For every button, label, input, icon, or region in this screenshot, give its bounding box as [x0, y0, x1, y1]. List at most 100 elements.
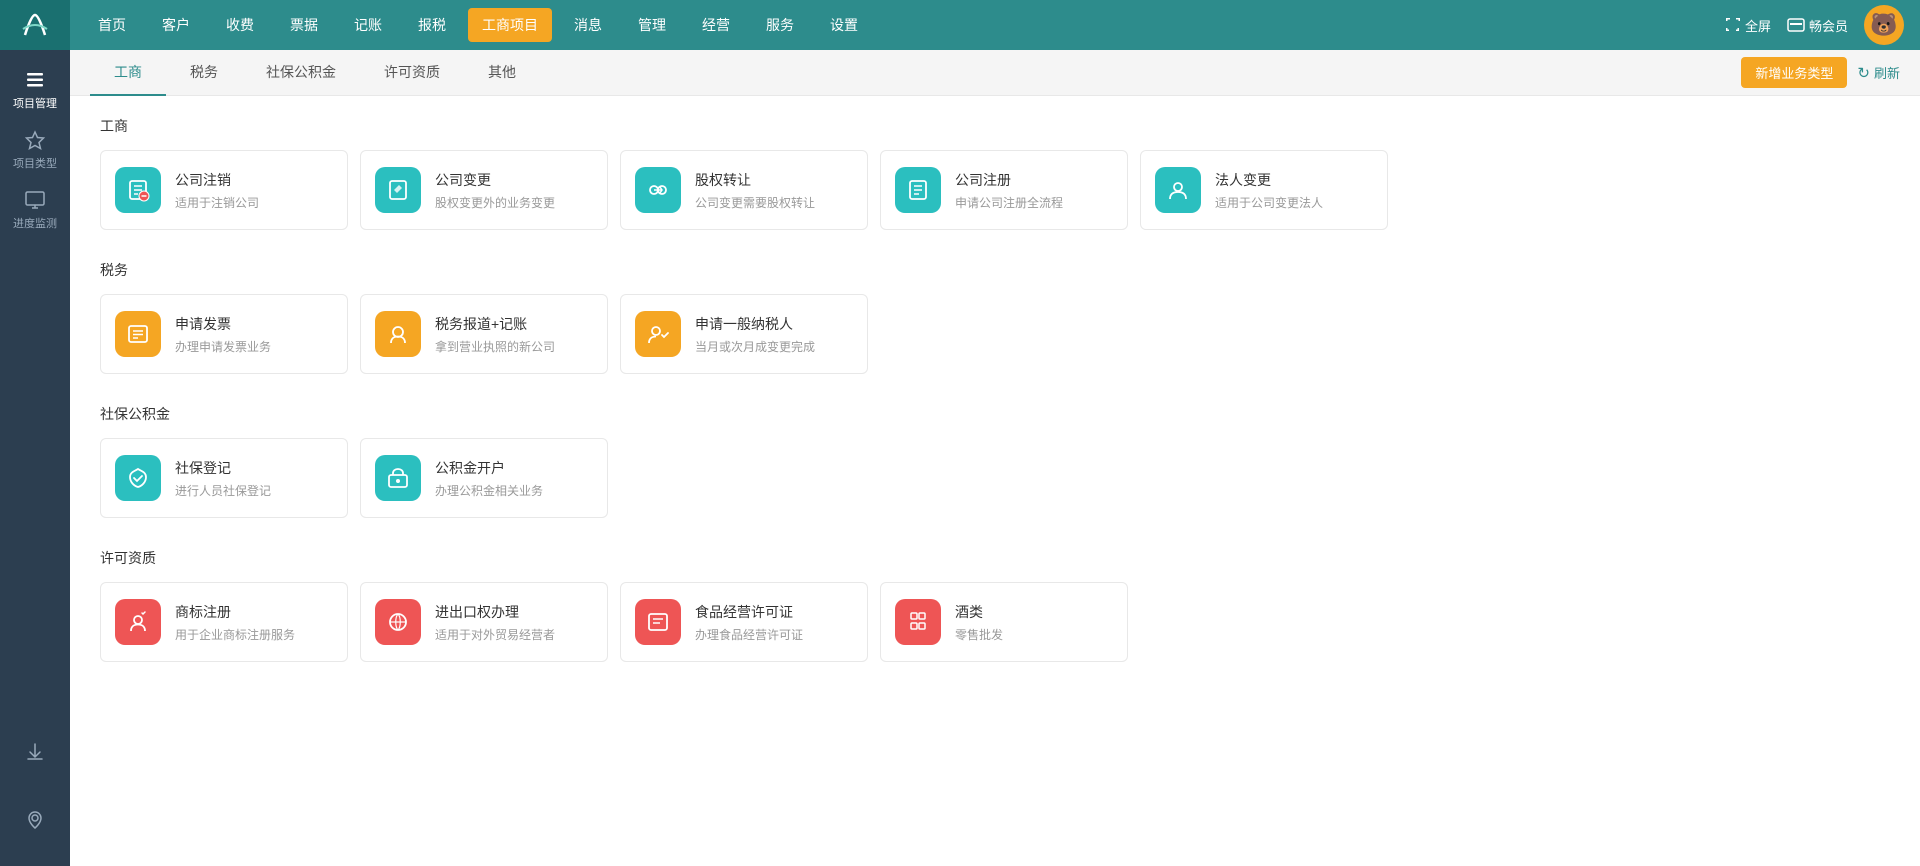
card-food-license[interactable]: 食品经营许可证 办理食品经营许可证 [620, 582, 868, 662]
nav-items: 首页 客户 收费 票据 记账 报税 工商项目 消息 管理 经营 服务 设置 [70, 0, 1725, 50]
sidebar: 项目管理 项目类型 进度监测 [0, 50, 70, 866]
card-info-food: 食品经营许可证 办理食品经营许可证 [695, 602, 803, 643]
refresh-label: 刷新 [1874, 63, 1900, 82]
user-avatar[interactable]: 🐻 [1864, 5, 1904, 45]
provident-fund-icon [375, 455, 421, 501]
nav-service[interactable]: 服务 [748, 0, 812, 50]
social-security-icon [115, 455, 161, 501]
fullscreen-label: 全屏 [1745, 16, 1771, 35]
cancel-company-icon [115, 167, 161, 213]
section-title-license: 许可资质 [100, 548, 1890, 568]
tab-industrial[interactable]: 工商 [90, 50, 166, 96]
list-icon [24, 69, 46, 91]
nav-message[interactable]: 消息 [556, 0, 620, 50]
nav-home[interactable]: 首页 [80, 0, 144, 50]
refresh-button[interactable]: ↻ 刷新 [1857, 63, 1900, 82]
sidebar-bottom [0, 722, 70, 866]
nav-tax[interactable]: 报税 [400, 0, 464, 50]
card-desc-invoice: 办理申请发票业务 [175, 338, 271, 355]
tab-social-security[interactable]: 社保公积金 [242, 50, 360, 96]
card-desc-import: 适用于对外贸易经营者 [435, 626, 555, 643]
card-title-provident: 公积金开户 [435, 458, 543, 478]
card-desc-social: 进行人员社保登记 [175, 482, 271, 499]
sidebar-progress-label: 进度监测 [13, 215, 57, 231]
card-alcohol[interactable]: 酒类 零售批发 [880, 582, 1128, 662]
card-title-legal: 法人变更 [1215, 170, 1323, 190]
star-icon [24, 129, 46, 151]
nav-management[interactable]: 管理 [620, 0, 684, 50]
logo [0, 0, 70, 50]
card-tax-report[interactable]: 税务报道+记账 拿到营业执照的新公司 [360, 294, 608, 374]
card-trademark[interactable]: 商标注册 用于企业商标注册服务 [100, 582, 348, 662]
card-title-food: 食品经营许可证 [695, 602, 803, 622]
card-title-invoice: 申请发票 [175, 314, 271, 334]
card-info-import: 进出口权办理 适用于对外贸易经营者 [435, 602, 555, 643]
sidebar-item-project-type[interactable]: 项目类型 [0, 120, 70, 180]
import-export-icon [375, 599, 421, 645]
card-company-change[interactable]: 公司变更 股权变更外的业务变更 [360, 150, 608, 230]
sidebar-location[interactable] [0, 790, 70, 850]
cards-grid-industrial: 公司注销 适用于注销公司 公司变更 股权变更外的业务变更 [100, 150, 1890, 230]
tab-license[interactable]: 许可资质 [360, 50, 464, 96]
card-info-equity: 股权转让 公司变更需要股权转让 [695, 170, 815, 211]
add-type-button[interactable]: 新增业务类型 [1741, 57, 1847, 88]
content-area: 工商 税务 社保公积金 许可资质 其他 新增业务类型 ↻ 刷新 工商 [70, 50, 1920, 866]
card-equity-transfer[interactable]: 股权转让 公司变更需要股权转让 [620, 150, 868, 230]
card-legal-change[interactable]: 法人变更 适用于公司变更法人 [1140, 150, 1388, 230]
nav-fees[interactable]: 收费 [208, 0, 272, 50]
tab-tax[interactable]: 税务 [166, 50, 242, 96]
card-provident-fund[interactable]: 公积金开户 办理公积金相关业务 [360, 438, 608, 518]
refresh-icon: ↻ [1857, 64, 1870, 82]
trademark-icon [115, 599, 161, 645]
food-license-icon [635, 599, 681, 645]
legal-change-icon [1155, 167, 1201, 213]
content-scroll: 工商 公司注销 适用 [70, 96, 1920, 866]
main-wrapper: 项目管理 项目类型 进度监测 [0, 50, 1920, 866]
card-title-alcohol: 酒类 [955, 602, 1003, 622]
top-nav: 首页 客户 收费 票据 记账 报税 工商项目 消息 管理 经营 服务 设置 全屏… [0, 0, 1920, 50]
card-info-register: 公司注册 申请公司注册全流程 [955, 170, 1063, 211]
card-info-provident: 公积金开户 办理公积金相关业务 [435, 458, 543, 499]
cards-grid-license: 商标注册 用于企业商标注册服务 进出口权办理 [100, 582, 1890, 662]
card-import-export[interactable]: 进出口权办理 适用于对外贸易经营者 [360, 582, 608, 662]
card-title-change: 公司变更 [435, 170, 555, 190]
card-info-tax-report: 税务报道+记账 拿到营业执照的新公司 [435, 314, 555, 355]
sidebar-download[interactable] [0, 722, 70, 782]
card-desc-taxpayer: 当月或次月成变更完成 [695, 338, 815, 355]
fullscreen-button[interactable]: 全屏 [1725, 16, 1771, 35]
member-label: 畅会员 [1809, 16, 1848, 35]
alcohol-icon [895, 599, 941, 645]
tab-other[interactable]: 其他 [464, 50, 540, 96]
card-desc-cancel: 适用于注销公司 [175, 194, 259, 211]
nav-settings[interactable]: 设置 [812, 0, 876, 50]
tax-report-icon [375, 311, 421, 357]
card-title-taxpayer: 申请一般纳税人 [695, 314, 815, 334]
nav-client[interactable]: 客户 [144, 0, 208, 50]
card-info-alcohol: 酒类 零售批发 [955, 602, 1003, 643]
card-title-trademark: 商标注册 [175, 602, 295, 622]
card-desc-provident: 办理公积金相关业务 [435, 482, 543, 499]
card-desc-tax-report: 拿到营业执照的新公司 [435, 338, 555, 355]
member-button[interactable]: 畅会员 [1787, 16, 1848, 35]
card-invoice[interactable]: 申请发票 办理申请发票业务 [100, 294, 348, 374]
nav-industrial[interactable]: 工商项目 [468, 8, 552, 42]
card-info-trademark: 商标注册 用于企业商标注册服务 [175, 602, 295, 643]
cards-grid-tax: 申请发票 办理申请发票业务 税务报道+记账 拿到营业执照的新公司 [100, 294, 1890, 374]
nav-operation[interactable]: 经营 [684, 0, 748, 50]
card-company-register[interactable]: 公司注册 申请公司注册全流程 [880, 150, 1128, 230]
card-title-social: 社保登记 [175, 458, 271, 478]
card-desc-trademark: 用于企业商标注册服务 [175, 626, 295, 643]
sidebar-item-progress[interactable]: 进度监测 [0, 180, 70, 240]
card-info-legal: 法人变更 适用于公司变更法人 [1215, 170, 1323, 211]
nav-accounting[interactable]: 记账 [336, 0, 400, 50]
card-info-social: 社保登记 进行人员社保登记 [175, 458, 271, 499]
card-company-cancel[interactable]: 公司注销 适用于注销公司 [100, 150, 348, 230]
card-social-security[interactable]: 社保登记 进行人员社保登记 [100, 438, 348, 518]
card-taxpayer[interactable]: 申请一般纳税人 当月或次月成变更完成 [620, 294, 868, 374]
card-info-cancel: 公司注销 适用于注销公司 [175, 170, 259, 211]
card-desc-food: 办理食品经营许可证 [695, 626, 803, 643]
card-desc-register: 申请公司注册全流程 [955, 194, 1063, 211]
card-info-change: 公司变更 股权变更外的业务变更 [435, 170, 555, 211]
nav-bills[interactable]: 票据 [272, 0, 336, 50]
sidebar-item-project-management[interactable]: 项目管理 [0, 60, 70, 120]
